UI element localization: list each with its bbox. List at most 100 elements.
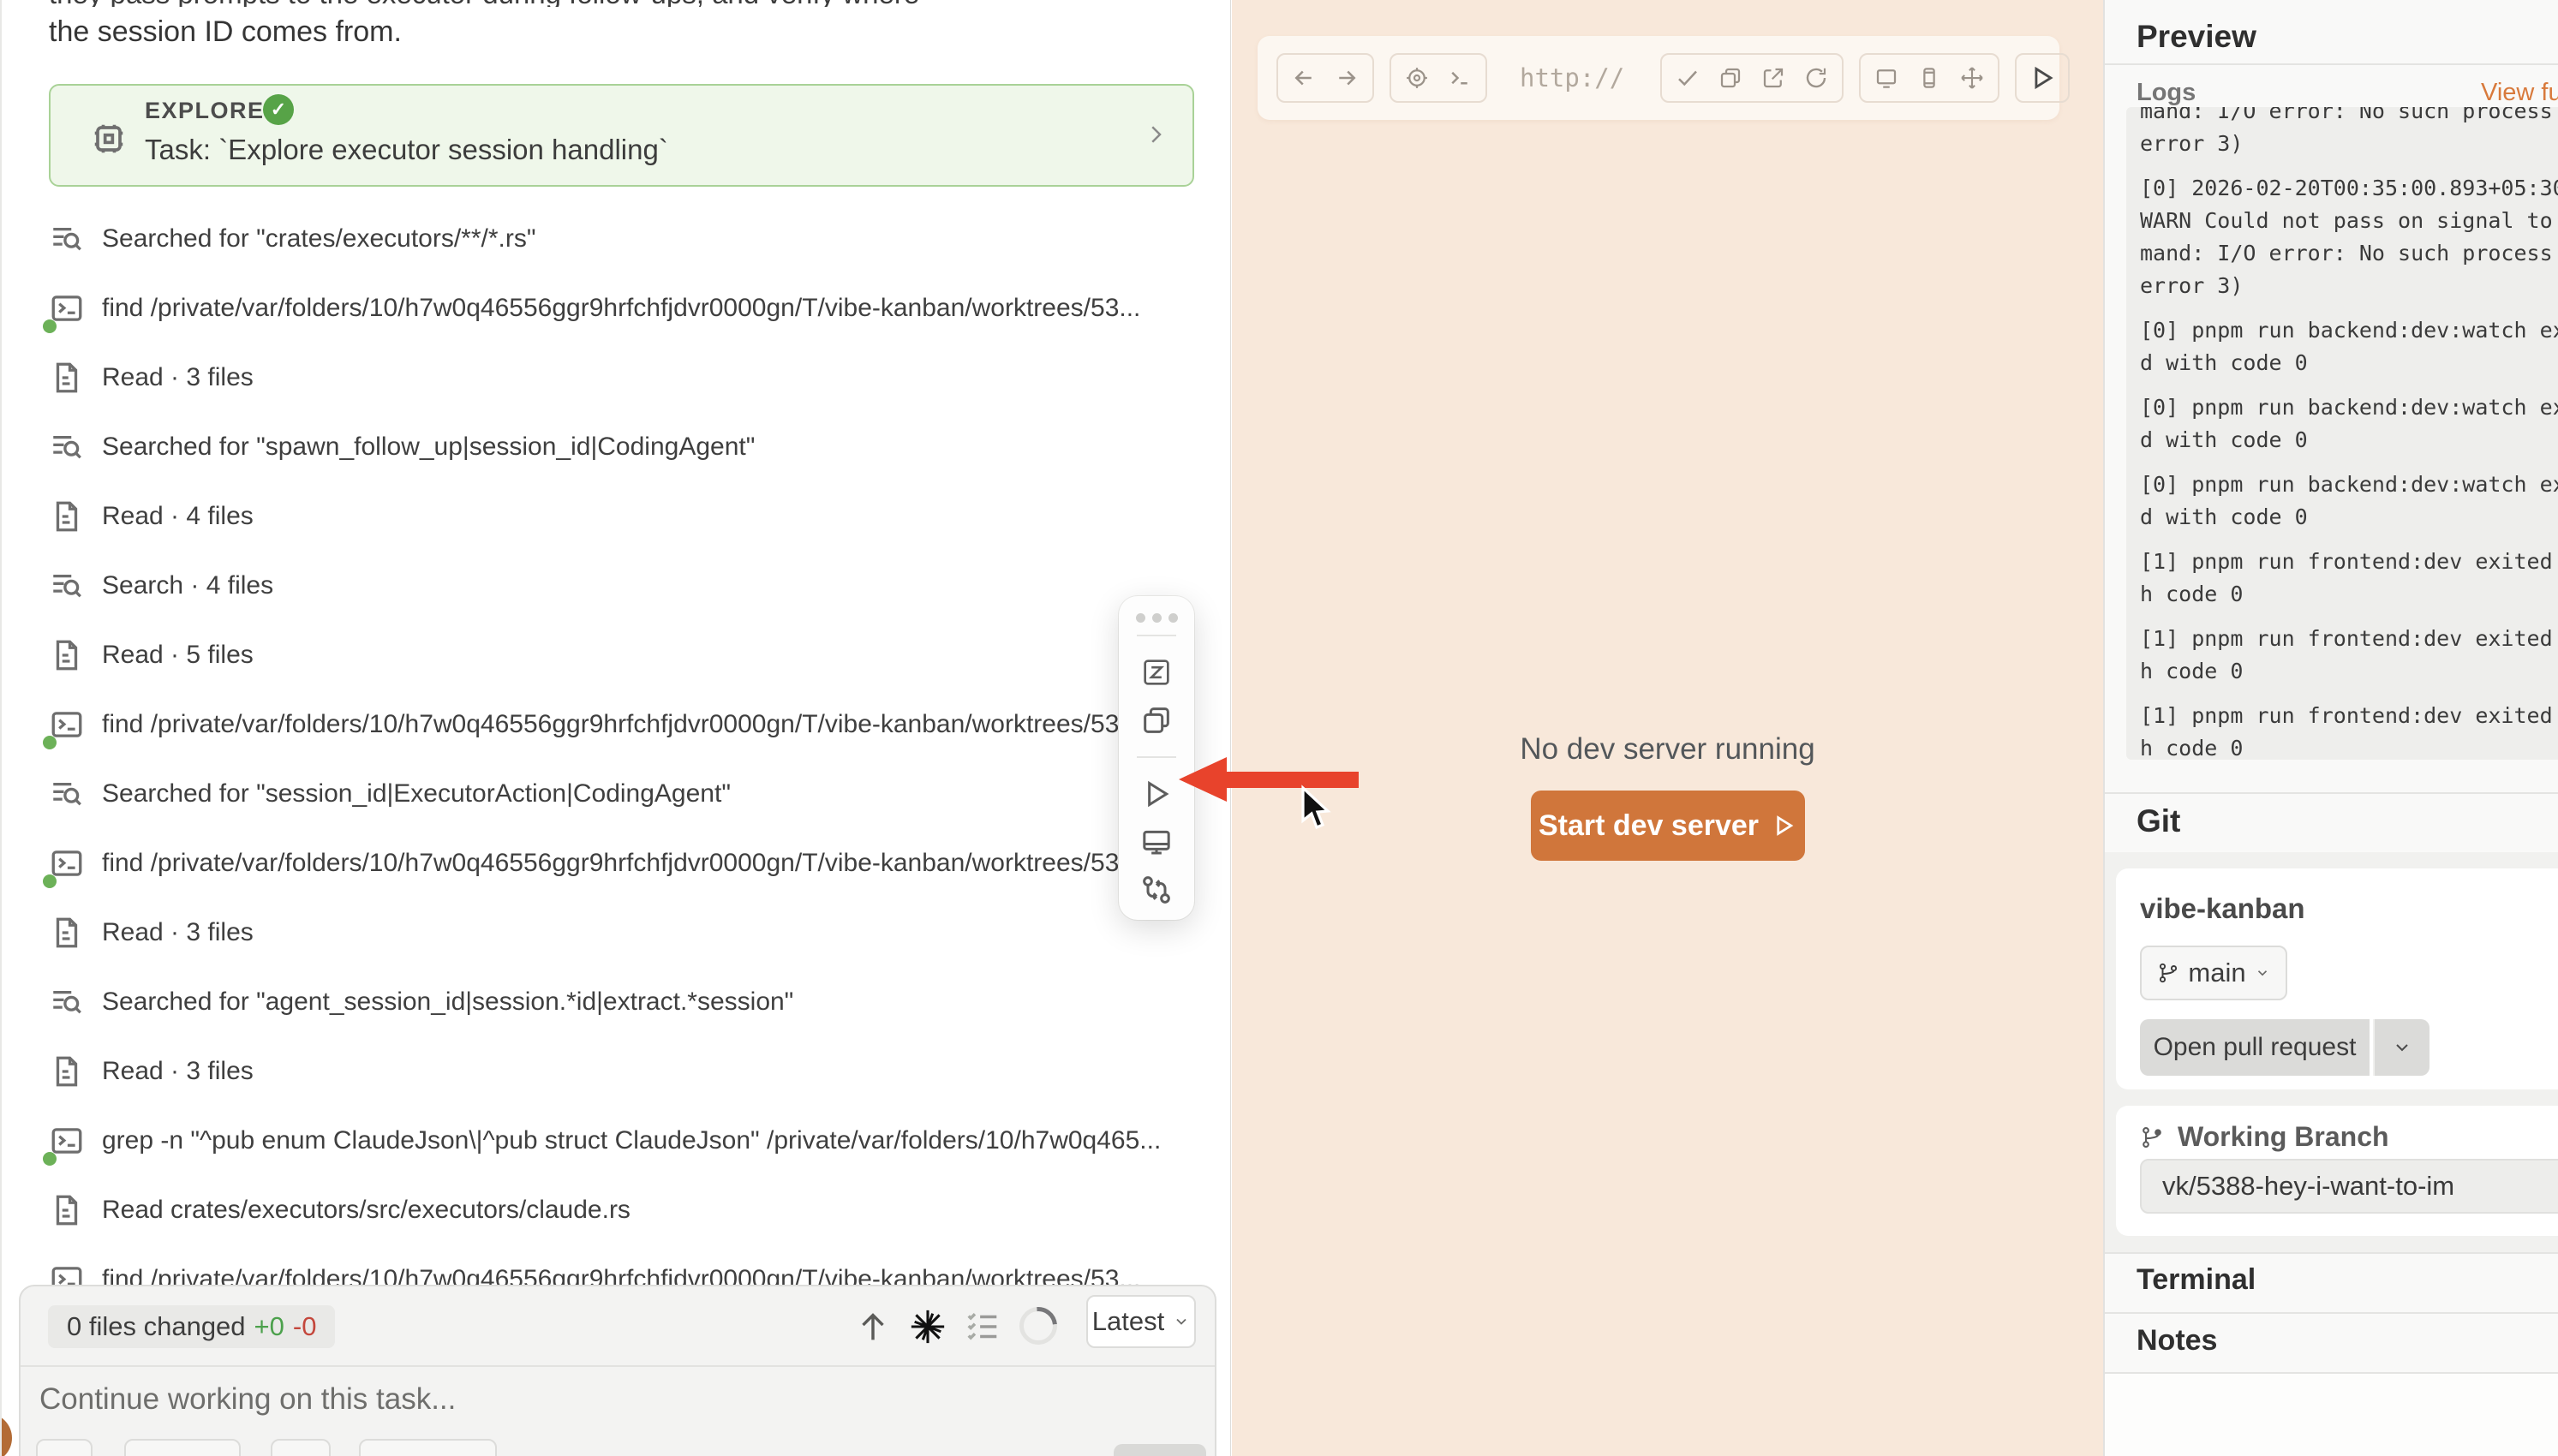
divider bbox=[2105, 1252, 2558, 1254]
chevron-right-icon[interactable] bbox=[1143, 122, 1168, 147]
action-row[interactable]: find /private/var/folders/10/h7w0q46556g… bbox=[43, 689, 1141, 759]
working-branch-label: Working Branch bbox=[2178, 1121, 2389, 1152]
move-icon[interactable] bbox=[1953, 59, 1991, 97]
action-row[interactable]: Read · 3 files bbox=[49, 1036, 254, 1106]
notes-section-title[interactable]: Notes bbox=[2137, 1324, 2217, 1358]
action-row-text: Read · 4 files bbox=[102, 501, 254, 530]
checklist-icon[interactable] bbox=[963, 1307, 1002, 1346]
files-changed-text: 0 files changed bbox=[67, 1311, 246, 1341]
action-row[interactable]: Read · 3 files bbox=[49, 343, 254, 412]
monitor-icon[interactable] bbox=[1138, 823, 1175, 861]
git-section-title[interactable]: Git bbox=[2137, 803, 2180, 839]
git-branch-icon bbox=[2143, 1126, 2161, 1148]
refresh-icon[interactable] bbox=[1797, 59, 1835, 97]
pr-options-dropdown[interactable] bbox=[2373, 1019, 2430, 1076]
action-row-text: Searched for "crates/executors/**/*.rs" bbox=[102, 224, 536, 253]
repo-name: vibe-kanban bbox=[2140, 892, 2305, 924]
action-row[interactable]: find /private/var/folders/10/h7w0q46556g… bbox=[43, 828, 1140, 898]
back-icon[interactable] bbox=[1285, 59, 1323, 97]
start-dev-server-button[interactable]: Start dev server bbox=[1530, 791, 1805, 861]
loading-spinner bbox=[1012, 1299, 1065, 1352]
play-icon[interactable] bbox=[2023, 59, 2061, 97]
action-row[interactable]: Searched for "crates/executors/**/*.rs" bbox=[49, 204, 536, 273]
tools-group bbox=[1390, 53, 1487, 103]
log-line: [0] pnpm run backend:dev:watch ex bbox=[2140, 395, 2558, 420]
external-link-icon[interactable] bbox=[1754, 59, 1792, 97]
terminal-section-title[interactable]: Terminal bbox=[2137, 1263, 2256, 1297]
composer-action-button[interactable] bbox=[124, 1439, 241, 1456]
action-row-text: Read · 3 files bbox=[102, 917, 254, 946]
action-row[interactable]: Read · 3 files bbox=[49, 898, 254, 967]
doc-icon bbox=[49, 360, 85, 396]
crosshair-icon[interactable] bbox=[1398, 59, 1436, 97]
action-row[interactable]: grep -n "^pub enum ClaudeJson\|^pub stru… bbox=[43, 1106, 1161, 1175]
logs-output[interactable]: mand: I/O error: No such process error 3)… bbox=[2126, 107, 2558, 760]
doc-icon bbox=[49, 1053, 85, 1089]
annotation-arrow bbox=[1225, 772, 1359, 788]
composer-action-button[interactable] bbox=[271, 1439, 331, 1456]
device-group bbox=[1859, 53, 2000, 103]
divider bbox=[2105, 792, 2558, 794]
action-row[interactable]: Read crates/executors/src/executors/clau… bbox=[49, 1175, 631, 1244]
log-line: [0] pnpm run backend:dev:watch ex bbox=[2140, 318, 2558, 343]
search-icon bbox=[49, 221, 85, 257]
divider bbox=[1137, 756, 1176, 758]
avatar bbox=[2, 1413, 12, 1456]
terminal-icon bbox=[43, 845, 85, 888]
log-entry: [0] pnpm run backend:dev:watch ex d with … bbox=[2140, 468, 2558, 534]
action-row[interactable]: Read · 4 files bbox=[49, 481, 254, 551]
clipped-paragraph-line: they pass prompts to the executor during… bbox=[49, 0, 919, 7]
composer-input[interactable]: Continue working on this task... bbox=[39, 1382, 456, 1417]
nav-group bbox=[1276, 53, 1374, 103]
preview-section-title[interactable]: Preview bbox=[2137, 19, 2256, 55]
success-dot-icon bbox=[43, 735, 57, 749]
view-full-logs-link[interactable]: View full logs bbox=[2481, 79, 2558, 107]
forward-icon[interactable] bbox=[1328, 59, 1366, 97]
composer-action-button[interactable] bbox=[359, 1439, 497, 1456]
desktop-icon[interactable] bbox=[1868, 59, 1905, 97]
page-actions-group bbox=[1660, 53, 1844, 103]
mobile-icon[interactable] bbox=[1910, 59, 1948, 97]
send-button[interactable] bbox=[1114, 1444, 1206, 1456]
action-row[interactable]: find /private/var/folders/10/h7w0q46556g… bbox=[43, 273, 1140, 343]
action-row-text: Read · 3 files bbox=[102, 362, 254, 391]
lines-removed: -0 bbox=[292, 1311, 317, 1341]
action-row[interactable]: Searched for "spawn_follow_up|session_id… bbox=[49, 412, 755, 481]
copy-icon[interactable] bbox=[1712, 59, 1749, 97]
git-branch-icon bbox=[2160, 963, 2178, 983]
composer-action-button[interactable] bbox=[36, 1439, 93, 1456]
open-pull-request-button[interactable]: Open pull request bbox=[2140, 1019, 2370, 1076]
drag-handle-icon[interactable] bbox=[1135, 613, 1178, 623]
doc-icon bbox=[49, 637, 85, 673]
play-icon[interactable] bbox=[1138, 775, 1175, 813]
agent-log-panel: they pass prompts to the executor during… bbox=[0, 0, 1231, 1456]
spark-icon[interactable] bbox=[908, 1307, 947, 1346]
files-changed-badge[interactable]: 0 files changed +0 -0 bbox=[48, 1305, 336, 1348]
details-sidebar: Preview Logs View full logs mand: I/O er… bbox=[2103, 0, 2558, 1456]
log-line: h code 0 bbox=[2140, 582, 2244, 606]
search-icon bbox=[49, 984, 85, 1020]
inspect-element-icon[interactable] bbox=[1138, 653, 1175, 691]
mouse-cursor bbox=[1298, 785, 1336, 837]
action-row-text: find /private/var/folders/10/h7w0q46556g… bbox=[102, 709, 1141, 738]
url-input[interactable]: http:// bbox=[1520, 63, 1624, 92]
explore-task-card[interactable]: EXPLORE ✓ Task: `Explore executor sessio… bbox=[49, 84, 1194, 187]
action-row[interactable]: Searched for "agent_session_id|session.*… bbox=[49, 967, 793, 1036]
action-row[interactable]: Search · 4 files bbox=[49, 551, 273, 620]
log-entry: [1] pnpm run frontend:dev exited h code … bbox=[2140, 700, 2558, 760]
action-row[interactable]: Searched for "session_id|ExecutorAction|… bbox=[49, 759, 731, 828]
check-icon[interactable] bbox=[1669, 59, 1706, 97]
preview-pane: http:// No dev server running Start dev … bbox=[1232, 0, 2103, 1456]
log-line: [1] pnpm run frontend:dev exited bbox=[2140, 626, 2558, 651]
base-branch-dropdown[interactable]: main bbox=[2140, 946, 2287, 1000]
git-compare-icon[interactable] bbox=[1138, 871, 1175, 909]
working-branch-input[interactable]: vk/5388-hey-i-want-to-im bbox=[2140, 1159, 2558, 1214]
copy-icon[interactable] bbox=[1138, 701, 1175, 739]
terminal-prompt-icon[interactable] bbox=[1441, 59, 1479, 97]
action-row-text: Read · 3 files bbox=[102, 1056, 254, 1085]
latest-dropdown[interactable]: Latest bbox=[1086, 1295, 1196, 1348]
scroll-to-top-icon[interactable] bbox=[853, 1307, 893, 1346]
chevron-down-icon bbox=[1176, 1318, 1186, 1325]
divider bbox=[2105, 1312, 2558, 1314]
action-row[interactable]: Read · 5 files bbox=[49, 620, 254, 689]
